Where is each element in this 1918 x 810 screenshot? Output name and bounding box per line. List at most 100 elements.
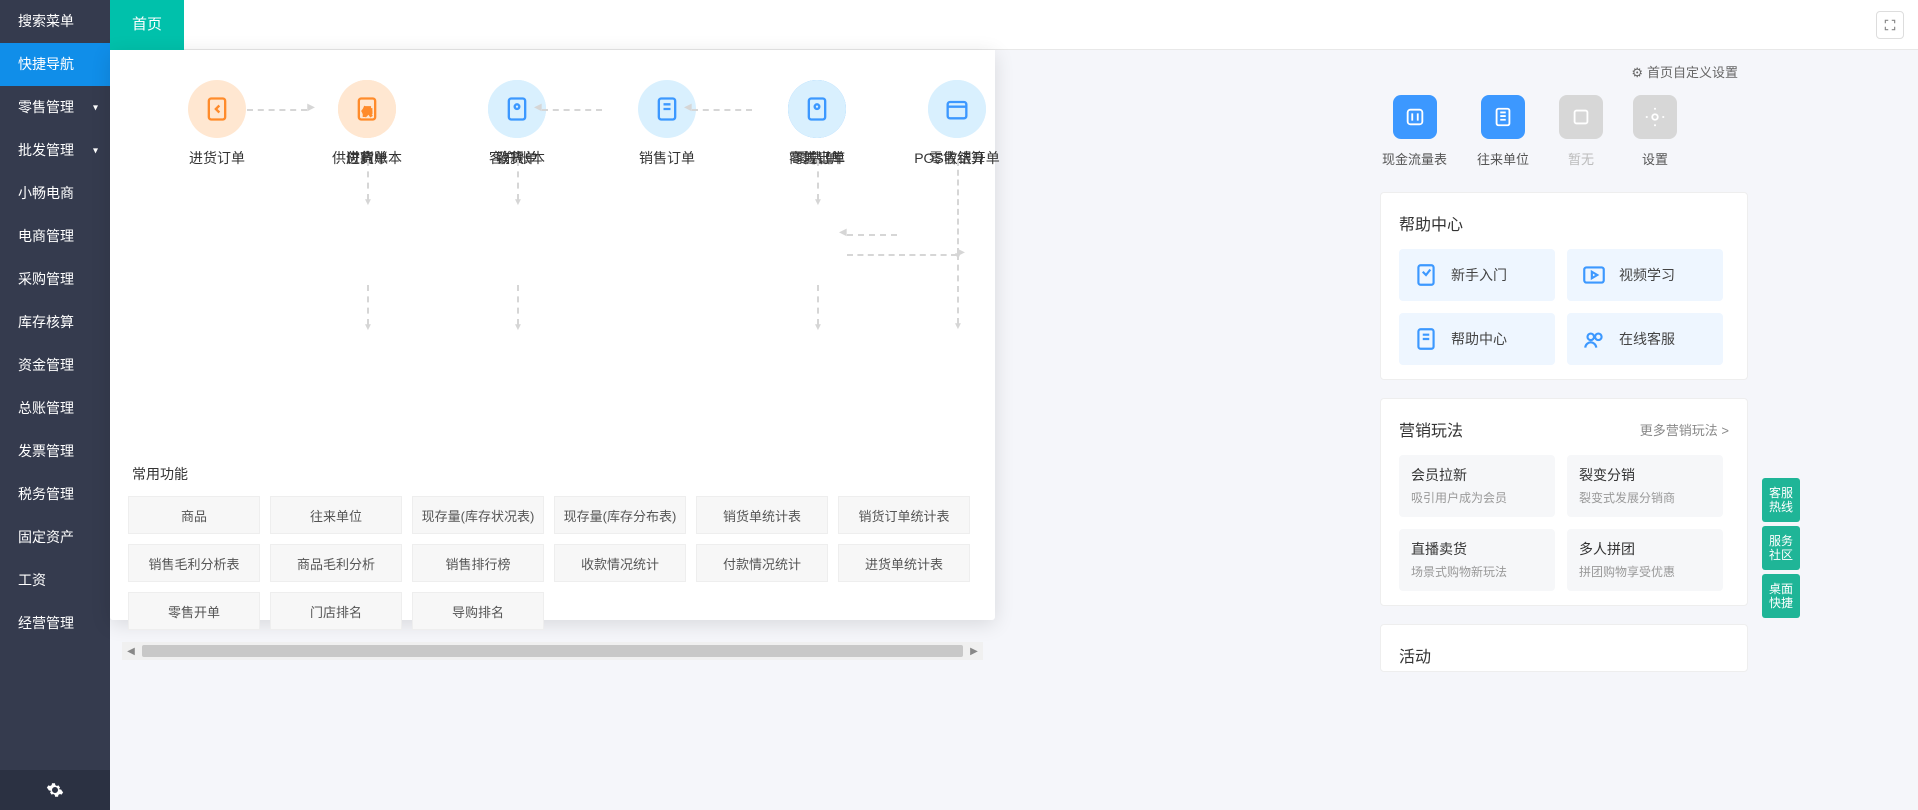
common-btn-0[interactable]: 商品 [128,496,260,534]
float-btn-0[interactable]: 客服热线 [1762,478,1800,522]
quick-item-0[interactable]: 现金流量表 [1382,95,1447,168]
node-purchase-order[interactable]: 进货订单 [142,80,292,168]
sidebar-item-9[interactable]: 总账管理 [0,387,110,430]
sidebar-item-4[interactable]: 小畅电商 [0,172,110,215]
arrow [367,160,369,200]
help-item-0[interactable]: 新手入门 [1399,249,1555,301]
arrow [957,254,959,324]
node-retail-settle[interactable]: 零售结算 [882,80,1032,168]
activity-title: 活动 [1399,643,1729,667]
node-retail-out[interactable]: 零售出库 [742,80,892,168]
arrow [847,254,957,256]
arrow [817,160,819,200]
sidebar-item-11[interactable]: 税务管理 [0,473,110,516]
activity-card: 活动 [1380,624,1748,672]
common-btn-4[interactable]: 销货单统计表 [696,496,828,534]
gear-icon: ⚙ [1631,65,1643,80]
common-btn-1[interactable]: 往来单位 [270,496,402,534]
horizontal-scrollbar[interactable]: ◀ ▶ [122,642,983,660]
quick-icon [1559,95,1603,139]
help-item-2[interactable]: 帮助中心 [1399,313,1555,365]
sidebar-item-5[interactable]: 电商管理 [0,215,110,258]
common-btn-7[interactable]: 商品毛利分析 [270,544,402,582]
quicknav-flyout: 进货订单 进货单 销货单 销售订单 商城订单 POS收银开单 ¥付款单 ¥收款单… [110,50,995,620]
scrollbar-thumb[interactable] [142,645,963,657]
common-btn-14[interactable]: 导购排名 [412,592,544,630]
help-title: 帮助中心 [1399,211,1463,235]
scroll-left-button[interactable]: ◀ [122,642,140,660]
arrow [517,160,519,200]
flow-diagram: 进货订单 进货单 销货单 销售订单 商城订单 POS收银开单 ¥付款单 ¥收款单… [122,80,983,460]
common-btn-13[interactable]: 门店排名 [270,592,402,630]
arrow [247,109,307,111]
marketing-more-link[interactable]: 更多营销玩法 > [1640,420,1729,439]
market-item-2[interactable]: 直播卖货场景式购物新玩法 [1399,529,1555,591]
fullscreen-button[interactable] [1876,11,1904,39]
quick-shortcuts-row: 现金流量表往来单位暂无设置 [1380,95,1748,168]
svg-text:供: 供 [362,106,371,117]
quick-item-3[interactable]: 设置 [1633,95,1677,168]
sidebar-item-10[interactable]: 发票管理 [0,430,110,473]
arrow [367,285,369,325]
fullscreen-icon [1883,18,1897,32]
arrow [957,160,959,254]
common-btn-5[interactable]: 销货订单统计表 [838,496,970,534]
sidebar-item-13[interactable]: 工资 [0,559,110,602]
help-icon [1413,262,1439,288]
market-item-1[interactable]: 裂变分销裂变式发展分销商 [1567,455,1723,517]
marketing-title: 营销玩法 [1399,417,1463,441]
node-supplier-ledger[interactable]: 供供应商账本 [292,80,442,168]
quick-item-1[interactable]: 往来单位 [1477,95,1529,168]
sidebar-item-8[interactable]: 资金管理 [0,344,110,387]
quick-item-2[interactable]: 暂无 [1559,95,1603,168]
arrow [517,285,519,325]
help-center-card: 帮助中心 新手入门视频学习帮助中心在线客服 [1380,192,1748,380]
quick-icon [1393,95,1437,139]
common-btn-10[interactable]: 付款情况统计 [696,544,828,582]
floating-side-buttons: 客服热线服务社区桌面快捷 [1762,478,1800,618]
arrow [542,109,602,111]
quick-icon [1481,95,1525,139]
sidebar-item-6[interactable]: 采购管理 [0,258,110,301]
sidebar-item-12[interactable]: 固定资产 [0,516,110,559]
help-grid: 新手入门视频学习帮助中心在线客服 [1399,249,1729,365]
sidebar-item-7[interactable]: 库存核算 [0,301,110,344]
node-sales-order[interactable]: 销售订单 [592,80,742,168]
arrow [817,285,819,325]
common-btn-12[interactable]: 零售开单 [128,592,260,630]
arrow [847,234,897,236]
float-btn-1[interactable]: 服务社区 [1762,526,1800,570]
common-btn-8[interactable]: 销售排行榜 [412,544,544,582]
help-icon [1581,326,1607,352]
sidebar-item-3[interactable]: 批发管理▾ [0,129,110,172]
node-customer-ledger[interactable]: 客户账本 [442,80,592,168]
common-btn-6[interactable]: 销售毛利分析表 [128,544,260,582]
home-custom-settings-link[interactable]: ⚙首页自定义设置 [1380,56,1748,95]
help-item-1[interactable]: 视频学习 [1567,249,1723,301]
common-functions-title: 常用功能 [132,464,983,484]
gear-icon [46,781,64,799]
help-item-3[interactable]: 在线客服 [1567,313,1723,365]
arrow [692,109,752,111]
scroll-right-button[interactable]: ▶ [965,642,983,660]
help-icon [1581,262,1607,288]
common-btn-3[interactable]: 现存量(库存分布表) [554,496,686,534]
market-item-3[interactable]: 多人拼团拼团购物享受优惠 [1567,529,1723,591]
common-btn-9[interactable]: 收款情况统计 [554,544,686,582]
sidebar-item-0[interactable]: 搜索菜单 [0,0,110,43]
sidebar-item-1[interactable]: 快捷导航 [0,43,110,86]
common-btn-2[interactable]: 现存量(库存状况表) [412,496,544,534]
marketing-grid: 会员拉新吸引用户成为会员裂变分销裂变式发展分销商直播卖货场景式购物新玩法多人拼团… [1399,455,1729,591]
market-item-0[interactable]: 会员拉新吸引用户成为会员 [1399,455,1555,517]
topbar: 首页 [110,0,1918,50]
float-btn-2[interactable]: 桌面快捷 [1762,574,1800,618]
quick-icon [1633,95,1677,139]
right-column: ⚙首页自定义设置 现金流量表往来单位暂无设置 帮助中心 新手入门视频学习帮助中心… [1380,56,1748,690]
common-functions-grid: 商品往来单位现存量(库存状况表) 现存量(库存分布表) 销货单统计表销货订单统计表销… [122,496,983,630]
sidebar-item-14[interactable]: 经营管理 [0,602,110,645]
sidebar-settings[interactable] [0,770,110,810]
tab-home[interactable]: 首页 [110,0,184,50]
common-btn-11[interactable]: 进货单统计表 [838,544,970,582]
sidebar-item-2[interactable]: 零售管理▾ [0,86,110,129]
sidebar: 搜索菜单快捷导航零售管理▾批发管理▾小畅电商电商管理采购管理库存核算资金管理总账… [0,0,110,810]
